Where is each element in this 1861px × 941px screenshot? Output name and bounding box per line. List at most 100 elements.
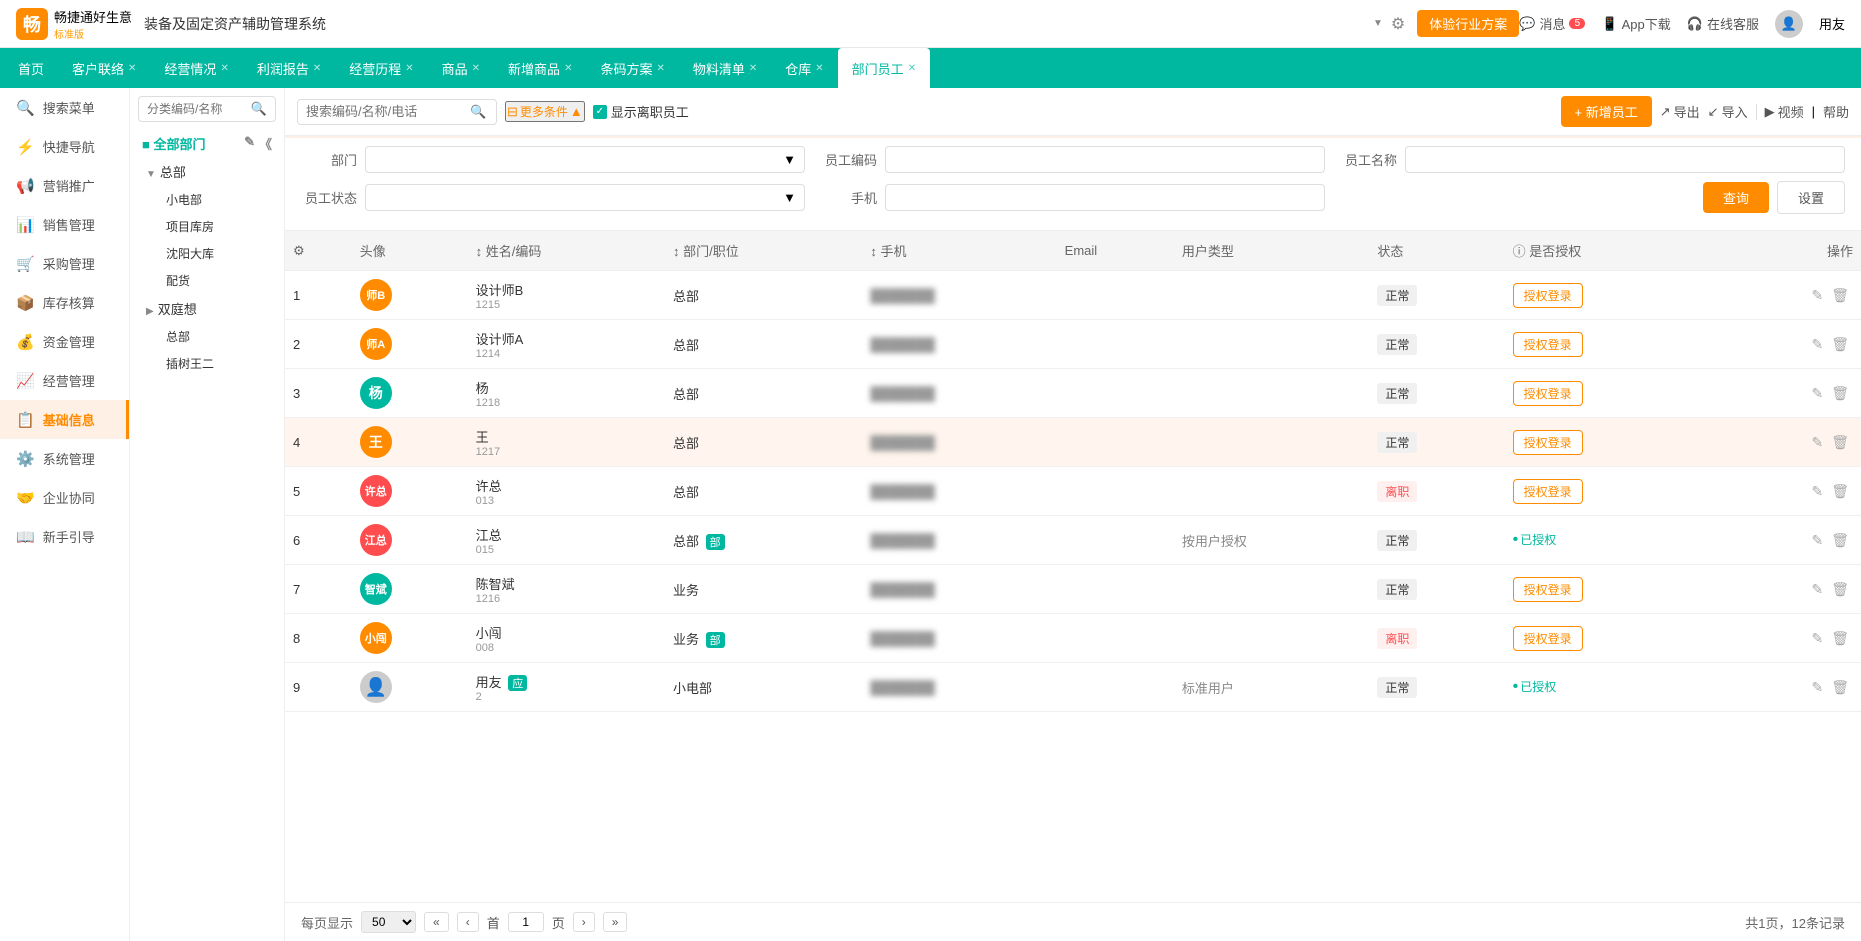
- prev-page-btn[interactable]: ‹: [457, 912, 479, 932]
- phone-input[interactable]: [885, 184, 1325, 211]
- tab-customer[interactable]: 客户联络 ✕: [58, 48, 150, 88]
- tree-item-project[interactable]: 项目库房: [138, 213, 276, 240]
- more-filter-btn[interactable]: ⊟ 更多条件 ▲: [505, 101, 585, 122]
- reset-btn[interactable]: 设置: [1777, 181, 1845, 214]
- tree-item-xiaodian[interactable]: 小电部: [138, 186, 276, 213]
- row-auth[interactable]: 授权登录: [1505, 418, 1713, 467]
- close-icon[interactable]: ✕: [128, 63, 136, 74]
- row-auth[interactable]: 授权登录: [1505, 467, 1713, 516]
- export-btn[interactable]: ↗ 导出: [1660, 102, 1700, 121]
- add-employee-btn[interactable]: + 新增员工: [1561, 96, 1652, 127]
- query-btn[interactable]: 查询: [1703, 182, 1769, 213]
- sys-dropdown-arrow[interactable]: ▼: [1373, 18, 1383, 29]
- tab-goods[interactable]: 商品 ✕: [428, 48, 494, 88]
- emp-name-input[interactable]: [1405, 146, 1845, 173]
- tab-business-status[interactable]: 经营情况 ✕: [150, 48, 242, 88]
- delete-btn[interactable]: 🗑: [1827, 628, 1853, 649]
- avatar[interactable]: 👤: [1775, 10, 1803, 38]
- tree-item-peihuo[interactable]: 配货: [138, 267, 276, 294]
- auth-login-btn[interactable]: 授权登录: [1513, 283, 1583, 308]
- auth-login-btn[interactable]: 授权登录: [1513, 381, 1583, 406]
- delete-btn[interactable]: 🗑: [1827, 383, 1853, 404]
- online-service-btn[interactable]: 🎧 在线客服: [1687, 14, 1759, 33]
- page-size-select[interactable]: 50 100: [361, 911, 416, 933]
- close-icon[interactable]: ✕: [472, 63, 480, 74]
- row-auth[interactable]: 授权登录: [1505, 565, 1713, 614]
- auth-login-btn[interactable]: 授权登录: [1513, 626, 1583, 651]
- sidebar-item-inventory[interactable]: 📦 库存核算: [0, 283, 129, 322]
- close-icon[interactable]: ✕: [749, 63, 757, 74]
- tree-item-zongbu[interactable]: ▼总部: [138, 157, 276, 186]
- dept-collapse-icon[interactable]: 《: [259, 134, 272, 153]
- tab-profit[interactable]: 利润报告 ✕: [243, 48, 335, 88]
- tab-barcode[interactable]: 条码方案 ✕: [586, 48, 678, 88]
- dept-edit-icon[interactable]: ✎: [244, 134, 255, 153]
- delete-btn[interactable]: 🗑: [1827, 285, 1853, 306]
- emp-status-select[interactable]: ▼: [365, 184, 805, 211]
- message-btn[interactable]: 💬 消息 5: [1519, 14, 1585, 33]
- delete-btn[interactable]: 🗑: [1827, 481, 1853, 502]
- auth-login-btn[interactable]: 授权登录: [1513, 479, 1583, 504]
- video-btn[interactable]: ▶ 视频: [1765, 102, 1804, 121]
- dept-select[interactable]: ▼: [365, 146, 805, 173]
- sidebar-item-sys[interactable]: ⚙️ 系统管理: [0, 439, 129, 478]
- tab-home[interactable]: 首页: [4, 48, 58, 88]
- search-input[interactable]: [306, 104, 466, 119]
- tab-add-goods[interactable]: 新增商品 ✕: [494, 48, 586, 88]
- dept-search-input[interactable]: [147, 102, 247, 116]
- close-icon[interactable]: ✕: [564, 63, 572, 74]
- last-page-btn[interactable]: »: [603, 912, 628, 932]
- auth-login-btn[interactable]: 授权登录: [1513, 332, 1583, 357]
- edit-btn[interactable]: ✎: [1807, 432, 1827, 453]
- emp-code-input[interactable]: [885, 146, 1325, 173]
- sidebar-item-marketing[interactable]: 📢 营销推广: [0, 166, 129, 205]
- tab-biz-history[interactable]: 经营历程 ✕: [335, 48, 427, 88]
- row-auth[interactable]: 授权登录: [1505, 614, 1713, 663]
- edit-btn[interactable]: ✎: [1807, 285, 1827, 306]
- edit-btn[interactable]: ✎: [1807, 334, 1827, 355]
- delete-btn[interactable]: 🗑: [1827, 432, 1853, 453]
- dept-search-icon[interactable]: 🔍: [251, 101, 267, 117]
- tab-bom[interactable]: 物料清单 ✕: [679, 48, 771, 88]
- sidebar-item-biz[interactable]: 📈 经营管理: [0, 361, 129, 400]
- help-btn[interactable]: 帮助: [1823, 102, 1849, 121]
- col-settings[interactable]: ⚙: [285, 231, 352, 271]
- row-auth[interactable]: 授权登录: [1505, 369, 1713, 418]
- app-download-btn[interactable]: 📱 App下载: [1601, 14, 1670, 33]
- delete-btn[interactable]: 🗑: [1827, 579, 1853, 600]
- close-icon[interactable]: ✕: [656, 63, 664, 74]
- next-page-btn[interactable]: ›: [573, 912, 595, 932]
- sidebar-item-search[interactable]: 🔍 搜索菜单: [0, 88, 129, 127]
- edit-btn[interactable]: ✎: [1807, 677, 1827, 698]
- edit-btn[interactable]: ✎: [1807, 579, 1827, 600]
- close-icon[interactable]: ✕: [908, 63, 916, 74]
- edit-btn[interactable]: ✎: [1807, 530, 1827, 551]
- settings-icon[interactable]: ⚙: [1391, 14, 1405, 34]
- tree-item-chashuwang[interactable]: 插树王二: [138, 350, 276, 377]
- delete-btn[interactable]: 🗑: [1827, 334, 1853, 355]
- edit-btn[interactable]: ✎: [1807, 481, 1827, 502]
- delete-btn[interactable]: 🗑: [1827, 530, 1853, 551]
- tree-item-shuangtingxiang[interactable]: ▶双庭想: [138, 294, 276, 323]
- row-auth[interactable]: •已授权: [1505, 516, 1713, 565]
- sidebar-item-shortcuts[interactable]: ⚡ 快捷导航: [0, 127, 129, 166]
- tab-employees[interactable]: 部门员工 ✕: [838, 48, 930, 88]
- sidebar-item-guide[interactable]: 📖 新手引导: [0, 517, 129, 556]
- tab-warehouse[interactable]: 仓库 ✕: [771, 48, 837, 88]
- sidebar-item-collab[interactable]: 🤝 企业协同: [0, 478, 129, 517]
- row-auth[interactable]: 授权登录: [1505, 271, 1713, 320]
- experience-btn[interactable]: 体验行业方案: [1417, 10, 1519, 37]
- sidebar-item-finance[interactable]: 💰 资金管理: [0, 322, 129, 361]
- row-auth[interactable]: •已授权: [1505, 663, 1713, 712]
- row-auth[interactable]: 授权登录: [1505, 320, 1713, 369]
- tree-item-shenyang[interactable]: 沈阳大库: [138, 240, 276, 267]
- show-resigned-toggle[interactable]: ✓ 显示离职员工: [593, 102, 689, 121]
- close-icon[interactable]: ✕: [815, 63, 823, 74]
- search-icon[interactable]: 🔍: [470, 104, 486, 120]
- tree-item-zongbu2[interactable]: 总部: [138, 323, 276, 350]
- sidebar-item-sales[interactable]: 📊 销售管理: [0, 205, 129, 244]
- delete-btn[interactable]: 🗑: [1827, 677, 1853, 698]
- import-btn[interactable]: ↙ 导入: [1708, 102, 1748, 121]
- edit-btn[interactable]: ✎: [1807, 628, 1827, 649]
- auth-login-btn[interactable]: 授权登录: [1513, 577, 1583, 602]
